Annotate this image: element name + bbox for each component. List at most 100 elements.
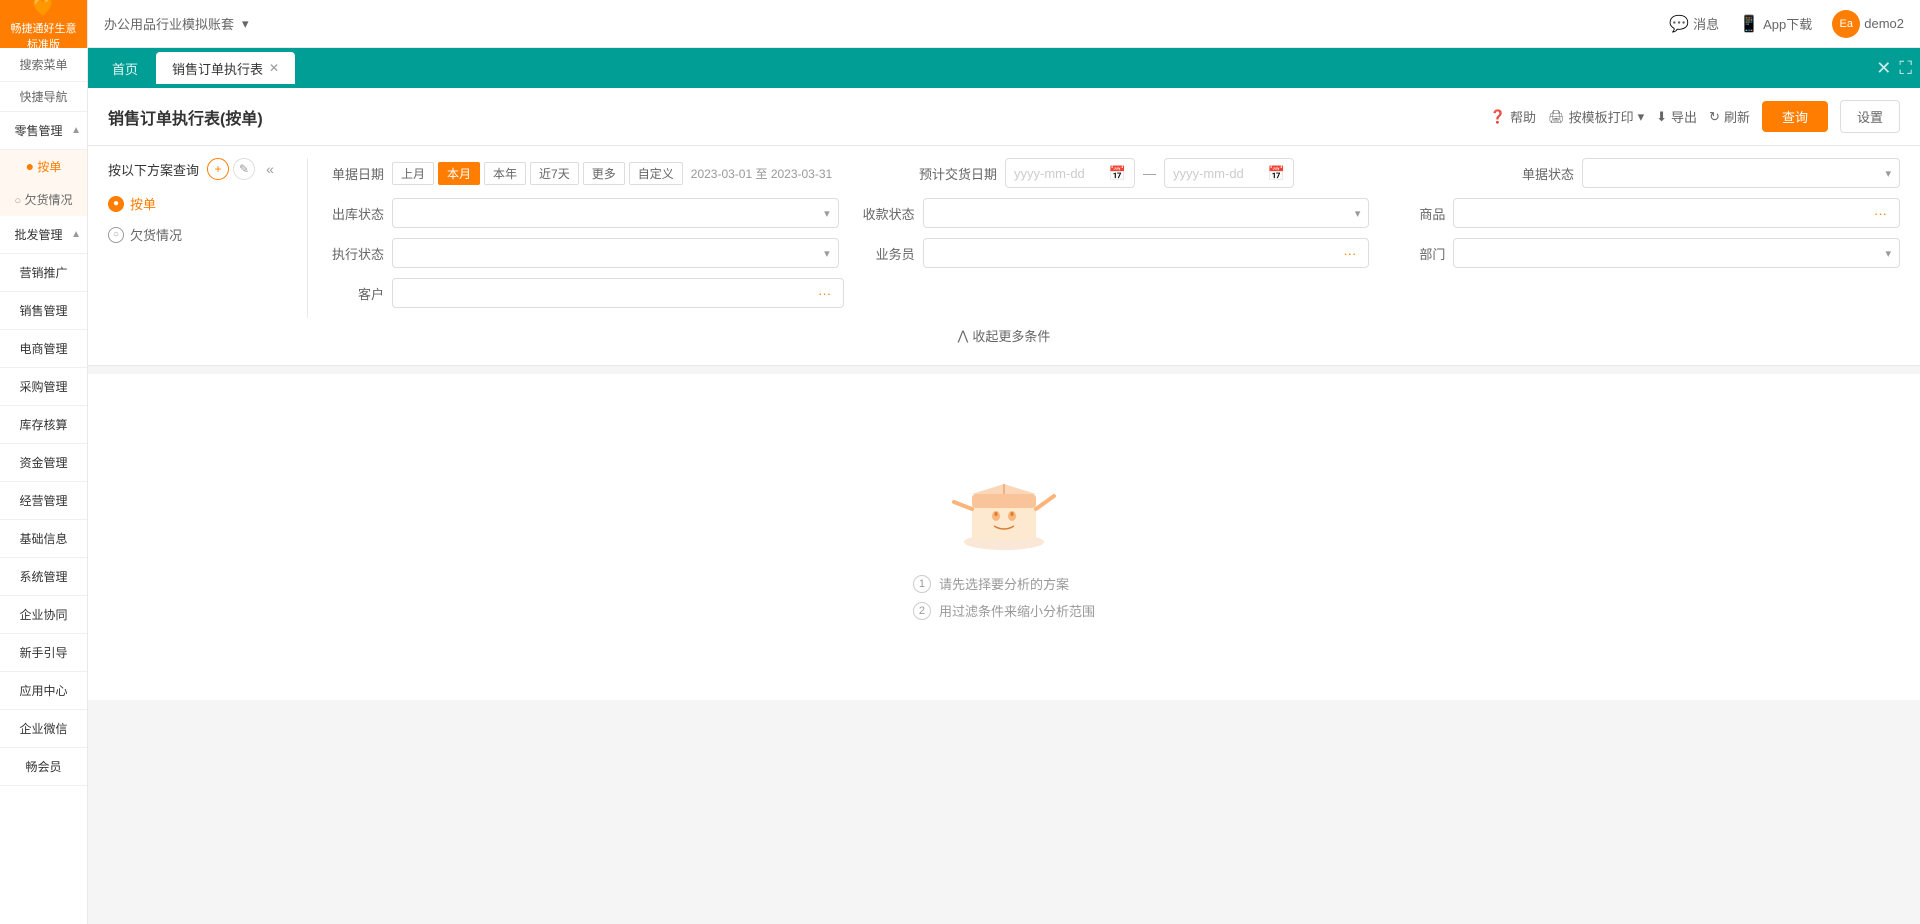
dept-select[interactable]: ▾ <box>1453 238 1900 268</box>
goods-select[interactable]: ··· <box>1453 198 1900 228</box>
sidebar-item-appstore[interactable]: 应用中心 <box>0 672 87 710</box>
filter-group-doc-status: 单据状态 ▾ <box>1514 158 1900 188</box>
date-more-btn[interactable]: 更多 <box>583 162 625 185</box>
date-btn-group: 上月 本月 本年 近7天 更多 自定义 <box>392 162 683 185</box>
date-this-year-btn[interactable]: 本年 <box>484 162 526 185</box>
dept-label: 部门 <box>1385 244 1445 263</box>
tab-close-all-icon[interactable]: ✕ <box>1876 58 1891 79</box>
sidebar-item-retail[interactable]: 零售管理 ▲ <box>0 112 87 150</box>
tip-num-2: 2 <box>913 602 931 620</box>
help-icon: ❓ <box>1490 109 1506 125</box>
collapse-more-btn[interactable]: ⋀ 收起更多条件 <box>108 318 1900 353</box>
print-btn[interactable]: 🖨 按模板打印 ▾ <box>1548 107 1644 126</box>
search-menu-btn[interactable]: 搜索菜单 <box>0 48 87 82</box>
sidebar-subitem-order[interactable]: ● 按单 <box>0 150 87 183</box>
goods-label: 商品 <box>1385 204 1445 223</box>
filter-row-1: 单据日期 上月 本月 本年 近7天 更多 自定义 2023-03-01 至 20… <box>324 158 1900 188</box>
filter-plan-header: 按以下方案查询 + ✎ « <box>108 158 291 180</box>
customer-select[interactable]: ··· <box>392 278 844 308</box>
empty-tip-2: 2 用过滤条件来缩小分析范围 <box>913 601 1095 620</box>
filter-group-payment-status: 收款状态 ▾ <box>855 198 1370 228</box>
quick-nav-btn[interactable]: 快捷导航 <box>0 82 87 112</box>
tab-bar: 首页 销售订单执行表 ✕ ✕ ⛶ <box>88 48 1920 88</box>
sidebar: 🧡 畅捷通好生意 标准版 搜索菜单 快捷导航 零售管理 ▲ ● 按单 ○ 欠货情… <box>0 0 88 924</box>
doc-status-select[interactable]: ▾ <box>1582 158 1900 188</box>
message-btn[interactable]: 💬 消息 <box>1669 14 1719 34</box>
plan-order-icon: ● <box>108 196 124 212</box>
sidebar-item-system[interactable]: 系统管理 <box>0 558 87 596</box>
date-this-month-btn[interactable]: 本月 <box>438 162 480 185</box>
plan-item-debt[interactable]: ○ 欠货情况 <box>108 219 291 250</box>
exec-status-select[interactable]: ▾ <box>392 238 839 268</box>
breadcrumb-arrow-icon[interactable]: ▾ <box>242 16 249 32</box>
filter-group-exec-status: 执行状态 ▾ <box>324 238 839 268</box>
page-header: 销售订单执行表(按单) ❓ 帮助 🖨 按模板打印 ▾ ⬇ 导出 ↻ 刷新 <box>88 88 1920 146</box>
refresh-btn[interactable]: ↻ 刷新 <box>1709 107 1750 126</box>
date-last-month-btn[interactable]: 上月 <box>392 162 434 185</box>
sidebar-item-finance[interactable]: 资金管理 <box>0 444 87 482</box>
tab-home[interactable]: 首页 <box>96 52 154 84</box>
sidebar-subitem-debt[interactable]: ○ 欠货情况 <box>0 183 87 216</box>
filter-group-goods: 商品 ··· <box>1385 198 1900 228</box>
delivery-status-label: 出库状态 <box>324 204 384 223</box>
filter-group-date: 单据日期 上月 本月 本年 近7天 更多 自定义 2023-03-01 至 20… <box>324 162 903 185</box>
sidebar-item-marketing[interactable]: 营销推广 <box>0 254 87 292</box>
refresh-icon: ↻ <box>1709 109 1720 125</box>
sidebar-item-business[interactable]: 经营管理 <box>0 482 87 520</box>
delivery-status-select[interactable]: ▾ <box>392 198 839 228</box>
date-last-7-btn[interactable]: 近7天 <box>530 162 579 185</box>
goods-more-icon[interactable]: ··· <box>1870 206 1891 221</box>
add-plan-btn[interactable]: + <box>207 158 229 180</box>
sidebar-item-inventory[interactable]: 库存核算 <box>0 406 87 444</box>
sidebar-item-wechat[interactable]: 企业微信 <box>0 710 87 748</box>
payment-status-select[interactable]: ▾ <box>923 198 1370 228</box>
sidebar-item-member[interactable]: 畅会员 <box>0 748 87 786</box>
collapse-up-icon: ⋀ <box>958 328 969 344</box>
export-btn[interactable]: ⬇ 导出 <box>1656 107 1697 126</box>
print-arrow-icon: ▾ <box>1638 109 1645 125</box>
user-profile-btn[interactable]: Ea demo2 <box>1832 10 1904 38</box>
sidebar-item-sales[interactable]: 销售管理 <box>0 292 87 330</box>
collapse-plan-btn[interactable]: « <box>259 158 281 180</box>
salesperson-select[interactable]: ··· <box>923 238 1370 268</box>
salesperson-more-icon[interactable]: ··· <box>1339 246 1360 261</box>
page-actions: ❓ 帮助 🖨 按模板打印 ▾ ⬇ 导出 ↻ 刷新 查询 设置 <box>1490 100 1900 133</box>
set-button[interactable]: 设置 <box>1840 100 1900 133</box>
expected-date-to[interactable]: yyyy-mm-dd 📅 <box>1164 158 1294 188</box>
sidebar-item-purchase[interactable]: 采购管理 <box>0 368 87 406</box>
help-btn[interactable]: ❓ 帮助 <box>1490 107 1536 126</box>
edit-plan-btn[interactable]: ✎ <box>233 158 255 180</box>
sidebar-item-ecommerce[interactable]: 电商管理 <box>0 330 87 368</box>
doc-status-label: 单据状态 <box>1514 164 1574 183</box>
customer-more-icon[interactable]: ··· <box>814 286 835 301</box>
plan-debt-icon: ○ <box>108 227 124 243</box>
filter-group-customer: 客户 ··· <box>324 278 844 308</box>
top-header: 办公用品行业模拟账套 ▾ 💬 消息 📱 App下载 Ea demo2 <box>88 0 1920 48</box>
logo-text: 畅捷通好生意 <box>11 22 77 37</box>
customer-label: 客户 <box>324 284 384 303</box>
tab-sales-exec[interactable]: 销售订单执行表 ✕ <box>156 52 295 84</box>
sidebar-item-basic[interactable]: 基础信息 <box>0 520 87 558</box>
plan-item-order[interactable]: ● 按单 <box>108 188 291 219</box>
app-download-btn[interactable]: 📱 App下载 <box>1739 14 1812 34</box>
avatar: Ea <box>1832 10 1860 38</box>
date-custom-btn[interactable]: 自定义 <box>629 162 683 185</box>
sidebar-item-wholesale[interactable]: 批发管理 ▲ <box>0 216 87 254</box>
app-icon: 📱 <box>1739 14 1759 34</box>
filter-group-expected-date: 预计交货日期 yyyy-mm-dd 📅 — yyyy-mm-dd 📅 <box>919 158 1498 188</box>
calendar-from-icon: 📅 <box>1109 165 1126 182</box>
dept-arrow-icon: ▾ <box>1885 247 1891 260</box>
plan-header-icons: + ✎ « <box>207 158 281 180</box>
content-area: 销售订单执行表(按单) ❓ 帮助 🖨 按模板打印 ▾ ⬇ 导出 ↻ 刷新 <box>88 88 1920 924</box>
calendar-to-icon: 📅 <box>1268 165 1285 182</box>
expected-date-from[interactable]: yyyy-mm-dd 📅 <box>1005 158 1135 188</box>
tab-close-icon[interactable]: ✕ <box>269 61 279 75</box>
date-label: 单据日期 <box>324 164 384 183</box>
filter-fields: 单据日期 上月 本月 本年 近7天 更多 自定义 2023-03-01 至 20… <box>324 158 1900 318</box>
query-button[interactable]: 查询 <box>1762 101 1828 132</box>
tab-expand-icon[interactable]: ⛶ <box>1899 58 1912 79</box>
sidebar-item-newbie[interactable]: 新手引导 <box>0 634 87 672</box>
empty-tip-1: 1 请先选择要分析的方案 <box>913 574 1095 593</box>
sidebar-item-enterprise[interactable]: 企业协同 <box>0 596 87 634</box>
salesperson-label: 业务员 <box>855 244 915 263</box>
